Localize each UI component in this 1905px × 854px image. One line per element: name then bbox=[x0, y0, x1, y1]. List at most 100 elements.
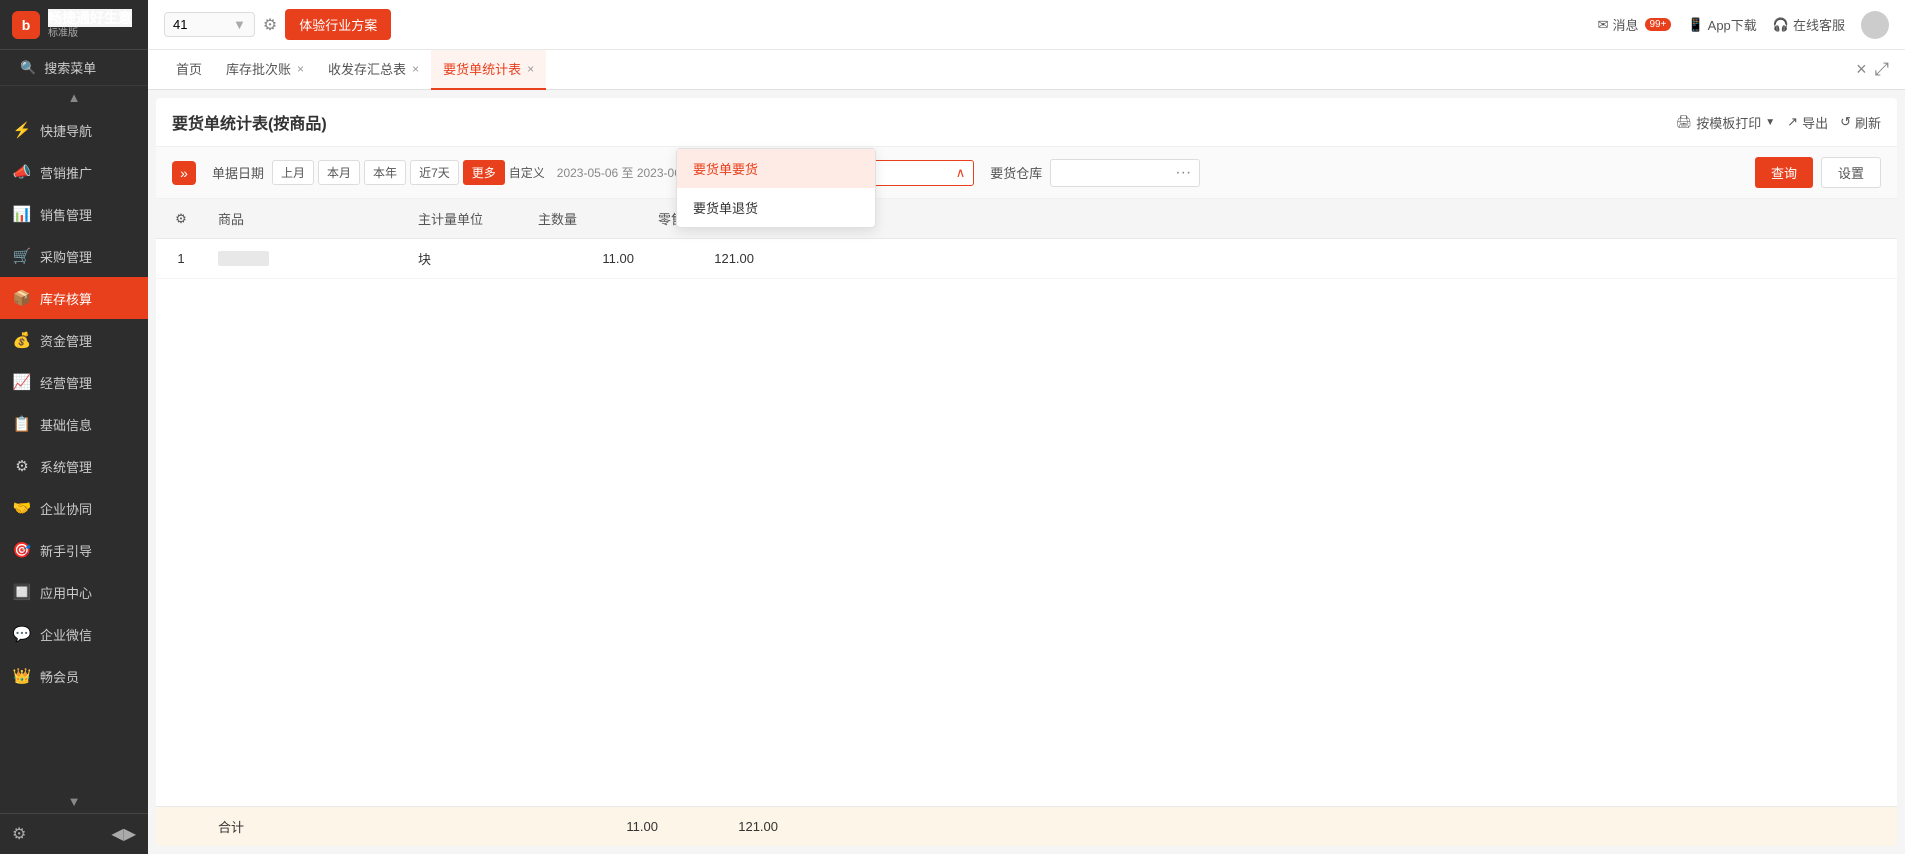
date-btn-more[interactable]: 更多 bbox=[463, 160, 505, 185]
date-btn-this-month[interactable]: 本月 bbox=[318, 160, 360, 185]
sidebar-item-label: 快捷导航 bbox=[40, 121, 92, 140]
dropdown-item-label: 要货单退货 bbox=[693, 201, 758, 216]
date-btn-last-month[interactable]: 上月 bbox=[272, 160, 314, 185]
settings-icon[interactable]: ⚙ bbox=[12, 824, 26, 844]
tab-stock-summary[interactable]: 收发存汇总表 × bbox=[316, 50, 431, 90]
sidebar-item-label: 资金管理 bbox=[40, 331, 92, 350]
topbar-right: ✉ 消息 99+ 📱 App下载 🎧 在线客服 bbox=[1598, 11, 1889, 39]
messages-button[interactable]: ✉ 消息 99+ bbox=[1598, 15, 1672, 34]
filter-expand-button[interactable]: » bbox=[172, 161, 196, 185]
sidebar-item-label: 企业协同 bbox=[40, 499, 92, 518]
sidebar-nav: ⚡ 快捷导航 📣 营销推广 📊 销售管理 🛒 采购管理 📦 库存核算 💰 资金管… bbox=[0, 109, 148, 790]
page-header: 要货单统计表(按商品) 🖨 按模板打印 ▼ ↗ 导出 ↺ 刷新 bbox=[156, 98, 1897, 147]
page-actions: 🖨 按模板打印 ▼ ↗ 导出 ↺ 刷新 bbox=[1676, 113, 1881, 132]
purchase-icon: 🛒 bbox=[12, 246, 32, 266]
online-service-icon: 🎧 bbox=[1773, 17, 1789, 33]
sidebar-item-quick-nav[interactable]: ⚡ 快捷导航 bbox=[0, 109, 148, 151]
col-settings[interactable]: ⚙ bbox=[156, 199, 206, 239]
tab-close-icon[interactable]: × bbox=[527, 62, 534, 76]
dropdown-item-order-purchase[interactable]: 要货单要货 bbox=[677, 149, 875, 188]
user-avatar[interactable] bbox=[1861, 11, 1889, 39]
table-body: 1 块 11.00 121.00 bbox=[156, 239, 1897, 279]
messages-badge: 99+ bbox=[1645, 18, 1672, 31]
topbar-settings-icon[interactable]: ⚙ bbox=[263, 15, 277, 35]
sidebar-item-app-center[interactable]: 🔲 应用中心 bbox=[0, 571, 148, 613]
app-name: 畅捷通好生意 bbox=[48, 9, 132, 27]
app-download-button[interactable]: 📱 App下载 bbox=[1687, 15, 1756, 34]
sidebar-item-guide[interactable]: 🎯 新手引导 bbox=[0, 529, 148, 571]
date-btn-this-year[interactable]: 本年 bbox=[364, 160, 406, 185]
sidebar-item-system[interactable]: ⚙ 系统管理 bbox=[0, 445, 148, 487]
sidebar-item-label: 经营管理 bbox=[40, 373, 92, 392]
query-button[interactable]: 查询 bbox=[1755, 157, 1813, 188]
tab-home-label: 首页 bbox=[176, 59, 202, 78]
online-service-button[interactable]: 🎧 在线客服 bbox=[1773, 15, 1845, 34]
print-button[interactable]: 🖨 按模板打印 ▼ bbox=[1676, 113, 1775, 132]
sidebar-item-member[interactable]: 👑 畅会员 bbox=[0, 655, 148, 697]
refresh-icon: ↺ bbox=[1840, 114, 1851, 130]
sidebar-item-wechat[interactable]: 💬 企业微信 bbox=[0, 613, 148, 655]
total-amount: 121.00 bbox=[658, 819, 778, 834]
dropdown-item-order-return[interactable]: 要货单退货 bbox=[677, 188, 875, 227]
sidebar-item-inventory[interactable]: 📦 库存核算 bbox=[0, 277, 148, 319]
refresh-button[interactable]: ↺ 刷新 bbox=[1840, 113, 1881, 132]
sidebar-scroll-down[interactable]: ▼ bbox=[0, 790, 148, 813]
tab-label: 库存批次账 bbox=[226, 59, 291, 78]
sidebar-item-label: 基础信息 bbox=[40, 415, 92, 434]
sidebar-item-sales[interactable]: 📊 销售管理 bbox=[0, 193, 148, 235]
sidebar-item-basic-info[interactable]: 📋 基础信息 bbox=[0, 403, 148, 445]
maximize-icon[interactable]: ⤢ bbox=[1875, 59, 1889, 80]
member-icon: 👑 bbox=[12, 666, 32, 686]
main-area: ▼ ⚙ 体验行业方案 ✉ 消息 99+ 📱 App下载 🎧 在线客服 首页 bbox=[148, 0, 1905, 854]
search-input[interactable] bbox=[173, 17, 233, 32]
trial-button[interactable]: 体验行业方案 bbox=[285, 9, 391, 40]
quick-nav-icon: ⚡ bbox=[12, 120, 32, 140]
sidebar-item-marketing[interactable]: 📣 营销推广 bbox=[0, 151, 148, 193]
sidebar-scroll-up[interactable]: ▲ bbox=[0, 86, 148, 109]
more-filters-icon[interactable]: ··· bbox=[1175, 164, 1191, 182]
sidebar-item-purchase[interactable]: 🛒 采购管理 bbox=[0, 235, 148, 277]
col-product: 商品 bbox=[206, 199, 406, 239]
sidebar-search[interactable]: 🔍 搜索菜单 bbox=[0, 50, 148, 86]
app-download-label: App下载 bbox=[1708, 15, 1757, 34]
close-all-icon[interactable]: × bbox=[1856, 59, 1867, 80]
total-row: 合计 11.00 121.00 bbox=[156, 806, 1897, 846]
warehouse-filter-group: 要货仓库 ··· bbox=[990, 159, 1200, 187]
filter-area: » 单据日期 上月 本月 本年 近7天 更多 自定义 2023-05-06 至 … bbox=[156, 147, 1897, 199]
page-content: 要货单统计表(按商品) 🖨 按模板打印 ▼ ↗ 导出 ↺ 刷新 bbox=[156, 98, 1897, 846]
filter-settings-button[interactable]: 设置 bbox=[1821, 157, 1881, 188]
sidebar-item-label: 新手引导 bbox=[40, 541, 92, 560]
warehouse-filter-label: 要货仓库 bbox=[990, 163, 1042, 182]
sidebar-item-enterprise[interactable]: 🤝 企业协同 bbox=[0, 487, 148, 529]
col-extra bbox=[766, 199, 1897, 239]
export-icon: ↗ bbox=[1787, 114, 1798, 130]
sidebar-item-label: 库存核算 bbox=[40, 289, 92, 308]
topbar: ▼ ⚙ 体验行业方案 ✉ 消息 99+ 📱 App下载 🎧 在线客服 bbox=[148, 0, 1905, 50]
date-btn-last-7days[interactable]: 近7天 bbox=[410, 160, 459, 185]
tab-order-stats[interactable]: 要货单统计表 × bbox=[431, 50, 546, 90]
col-settings-icon: ⚙ bbox=[175, 211, 187, 226]
table-row: 1 块 11.00 121.00 bbox=[156, 239, 1897, 279]
refresh-label: 刷新 bbox=[1855, 113, 1881, 132]
sidebar-item-operations[interactable]: 📈 经营管理 bbox=[0, 361, 148, 403]
guide-icon: 🎯 bbox=[12, 540, 32, 560]
sales-icon: 📊 bbox=[12, 204, 32, 224]
warehouse-input[interactable]: ··· bbox=[1050, 159, 1200, 187]
app-download-icon: 📱 bbox=[1687, 17, 1703, 33]
tab-inventory-batch[interactable]: 库存批次账 × bbox=[214, 50, 316, 90]
tab-close-icon[interactable]: × bbox=[297, 62, 304, 76]
custom-date-label[interactable]: 自定义 bbox=[509, 164, 545, 181]
cell-amount: 121.00 bbox=[646, 239, 766, 279]
tab-close-icon[interactable]: × bbox=[412, 62, 419, 76]
type-select-arrow-icon: ∧ bbox=[956, 165, 966, 181]
collapse-icon[interactable]: ◀▶ bbox=[111, 824, 136, 844]
topbar-search-box[interactable]: ▼ bbox=[164, 12, 255, 37]
export-button[interactable]: ↗ 导出 bbox=[1787, 113, 1828, 132]
tab-home[interactable]: 首页 bbox=[164, 50, 214, 90]
tabs-bar: 首页 库存批次账 × 收发存汇总表 × 要货单统计表 × × ⤢ bbox=[148, 50, 1905, 90]
tabs-close-all: × ⤢ bbox=[1856, 59, 1889, 80]
cell-unit: 块 bbox=[406, 239, 526, 279]
sidebar-item-label: 企业微信 bbox=[40, 625, 92, 644]
sidebar-item-finance[interactable]: 💰 资金管理 bbox=[0, 319, 148, 361]
sidebar-item-label: 应用中心 bbox=[40, 583, 92, 602]
